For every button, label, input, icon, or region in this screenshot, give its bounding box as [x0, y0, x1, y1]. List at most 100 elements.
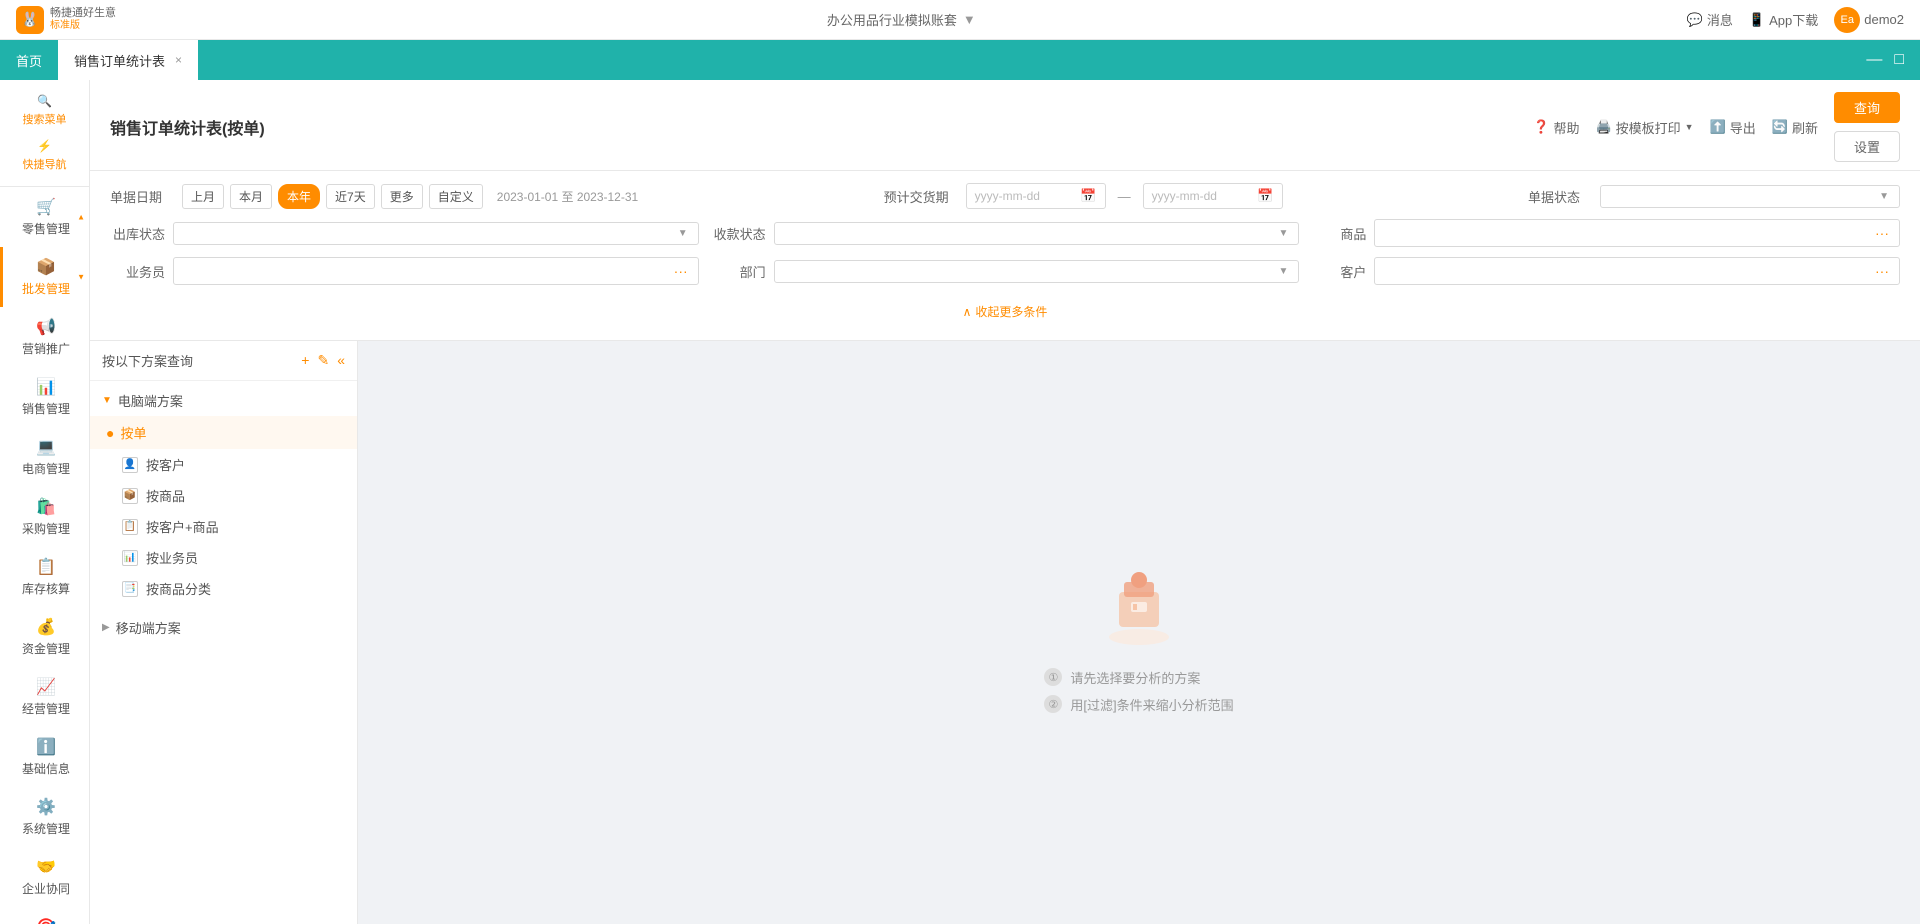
ship-label: 出库状态 — [110, 224, 165, 243]
purchase-icon: 🛍️ — [36, 497, 56, 517]
sidebar-item-marketing[interactable]: 📢 营销推广 — [0, 307, 89, 367]
user-menu[interactable]: Ea demo2 — [1834, 7, 1904, 33]
collect-label: 收款状态 — [711, 224, 766, 243]
goods-select[interactable]: ··· — [1374, 219, 1900, 247]
sidebar-search-item[interactable]: 🔍 搜索菜单 — [0, 88, 89, 133]
sidebar-top: 🔍 搜索菜单 ⚡ 快捷导航 — [0, 80, 89, 187]
messages-button[interactable]: 💬 消息 — [1687, 10, 1733, 29]
salesman-select[interactable]: ··· — [173, 257, 699, 285]
scheme-tools: + ✎ « — [301, 352, 345, 369]
date-btn-more[interactable]: 更多 — [381, 184, 423, 209]
tab-sales-order[interactable]: 销售订单统计表 × — [58, 40, 198, 80]
finance-icon: 💰 — [36, 617, 56, 637]
dept-label: 部门 — [711, 262, 766, 281]
date-btn-this-year[interactable]: 本年 — [278, 184, 320, 209]
right-content: ① 请先选择要分析的方案 ② 用[过滤]条件来缩小分析范围 — [358, 341, 1920, 924]
scheme-item-by-order[interactable]: ● 按单 — [90, 416, 357, 449]
status-select[interactable]: ▼ — [1600, 185, 1900, 208]
scheme-item-by-customer[interactable]: 👤 按客户 — [90, 449, 357, 480]
sidebar-item-operations[interactable]: 📈 经营管理 — [0, 667, 89, 727]
app-download-button[interactable]: 📱 App下载 — [1749, 10, 1818, 29]
customer-more-icon[interactable]: ··· — [1875, 263, 1889, 279]
expected-date-start[interactable]: yyyy-mm-dd 📅 — [966, 183, 1106, 209]
tab-bar: 首页 销售订单统计表 × — □ — [0, 40, 1920, 80]
expected-date-end[interactable]: yyyy-mm-dd 📅 — [1143, 183, 1283, 209]
date-btn-7days[interactable]: 近7天 — [326, 184, 375, 209]
export-icon: ⬆️ — [1710, 119, 1726, 135]
sidebar-quicknav-item[interactable]: ⚡ 快捷导航 — [0, 133, 89, 178]
export-button[interactable]: ⬆️ 导出 — [1710, 118, 1756, 137]
sidebar-item-sales[interactable]: 📊 销售管理 — [0, 367, 89, 427]
chevron-down-icon[interactable]: ▼ — [963, 12, 976, 27]
empty-tips: ① 请先选择要分析的方案 ② 用[过滤]条件来缩小分析范围 — [1044, 668, 1233, 714]
date-btn-this-month[interactable]: 本月 — [230, 184, 272, 209]
sidebar-item-retail[interactable]: 🛒 零售管理 — [0, 187, 89, 247]
scheme-group-pc: ▼ 电脑端方案 ● 按单 👤 按客户 📦 按商品 — [90, 381, 357, 608]
top-bar: 🐰 畅捷通好生意 标准版 办公用品行业模拟账套 ▼ 💬 消息 📱 App下载 E… — [0, 0, 1920, 40]
ship-status-select[interactable]: ▼ — [173, 222, 699, 245]
scheme-item-by-category[interactable]: 📑 按商品分类 — [90, 573, 357, 604]
sidebar-item-wholesale[interactable]: 📦 批发管理 — [0, 247, 89, 307]
tab-home[interactable]: 首页 — [0, 40, 58, 80]
sidebar-item-guide[interactable]: 🎯 新手引导 — [0, 907, 89, 924]
dept-chevron-icon: ▼ — [1278, 266, 1288, 277]
wholesale-icon: 📦 — [36, 257, 56, 277]
goods-field: 商品 ··· — [1311, 219, 1900, 247]
inventory-icon: 📋 — [36, 557, 56, 577]
query-button[interactable]: 查询 — [1834, 92, 1900, 123]
calendar-start-icon[interactable]: 📅 — [1080, 188, 1096, 204]
date-btn-custom[interactable]: 自定义 — [429, 184, 483, 209]
goods-more-icon[interactable]: ··· — [1875, 225, 1889, 241]
customer-select[interactable]: ··· — [1374, 257, 1900, 285]
logo-area: 🐰 畅捷通好生意 标准版 — [16, 6, 116, 34]
logo-text: 畅捷通好生意 标准版 — [50, 7, 116, 32]
calendar-end-icon[interactable]: 📅 — [1257, 188, 1273, 204]
refresh-icon: 🔄 — [1772, 119, 1788, 135]
expected-date-label: 预计交货期 — [884, 187, 954, 206]
print-button[interactable]: 🖨️ 按模板打印 ▼ — [1595, 118, 1693, 137]
dept-select[interactable]: ▼ — [774, 260, 1300, 283]
empty-tip-1: ① 请先选择要分析的方案 — [1044, 668, 1233, 687]
scheme-item-by-salesman[interactable]: 📊 按业务员 — [90, 542, 357, 573]
collect-status-field: 收款状态 ▼ — [711, 222, 1300, 245]
ship-chevron-icon: ▼ — [678, 228, 688, 239]
dept-field: 部门 ▼ — [711, 260, 1300, 283]
sidebar-item-purchase[interactable]: 🛍️ 采购管理 — [0, 487, 89, 547]
scheme-group-pc-header[interactable]: ▼ 电脑端方案 — [90, 385, 357, 416]
scheme-group-mobile-header[interactable]: ▶ 移动端方案 — [90, 612, 357, 643]
scheme-item-by-customer-goods[interactable]: 📋 按客户+商品 — [90, 511, 357, 542]
tip-num-2: ② — [1044, 695, 1062, 713]
minimize-icon[interactable]: — — [1866, 51, 1882, 69]
help-icon: ❓ — [1533, 119, 1549, 135]
page-actions: ❓ 帮助 🖨️ 按模板打印 ▼ ⬆️ 导出 🔄 刷新 查询 — [1533, 92, 1900, 162]
sidebar: 🔍 搜索菜单 ⚡ 快捷导航 🛒 零售管理 📦 批发管理 📢 营销推广 � — [0, 80, 90, 924]
sidebar-item-system[interactable]: ⚙️ 系统管理 — [0, 787, 89, 847]
sidebar-item-collab[interactable]: 🤝 企业协同 — [0, 847, 89, 907]
setting-button[interactable]: 设置 — [1834, 131, 1900, 162]
date-separator: — — [1118, 189, 1131, 204]
scheme-group-mobile: ▶ 移动端方案 — [90, 608, 357, 647]
scheme-item-by-goods[interactable]: 📦 按商品 — [90, 480, 357, 511]
filter-row-2: 出库状态 ▼ 收款状态 ▼ 商品 — [110, 219, 1900, 247]
date-range-text: 2023-01-01 至 2023-12-31 — [497, 188, 638, 205]
tab-close-icon[interactable]: × — [175, 53, 182, 67]
scheme-edit-icon[interactable]: ✎ — [317, 352, 329, 369]
scheme-collapse-icon[interactable]: « — [337, 352, 345, 369]
sidebar-item-basic-info[interactable]: ℹ️ 基础信息 — [0, 727, 89, 787]
sidebar-item-finance[interactable]: 💰 资金管理 — [0, 607, 89, 667]
tab-right-icons: — □ — [1866, 51, 1904, 69]
sidebar-item-ecommerce[interactable]: 💻 电商管理 — [0, 427, 89, 487]
operations-icon: 📈 — [36, 677, 56, 697]
status-chevron-icon: ▼ — [1879, 191, 1889, 202]
maximize-icon[interactable]: □ — [1894, 51, 1904, 69]
collect-status-select[interactable]: ▼ — [774, 222, 1300, 245]
scheme-add-icon[interactable]: + — [301, 352, 309, 369]
basic-info-icon: ℹ️ — [36, 737, 56, 757]
help-button[interactable]: ❓ 帮助 — [1533, 118, 1579, 137]
date-btn-last-month[interactable]: 上月 — [182, 184, 224, 209]
sidebar-item-inventory[interactable]: 📋 库存核算 — [0, 547, 89, 607]
collapse-bar[interactable]: ∧ 收起更多条件 — [110, 295, 1900, 328]
retail-icon: 🛒 — [36, 197, 56, 217]
refresh-button[interactable]: 🔄 刷新 — [1772, 118, 1818, 137]
salesman-more-icon[interactable]: ··· — [674, 263, 688, 279]
